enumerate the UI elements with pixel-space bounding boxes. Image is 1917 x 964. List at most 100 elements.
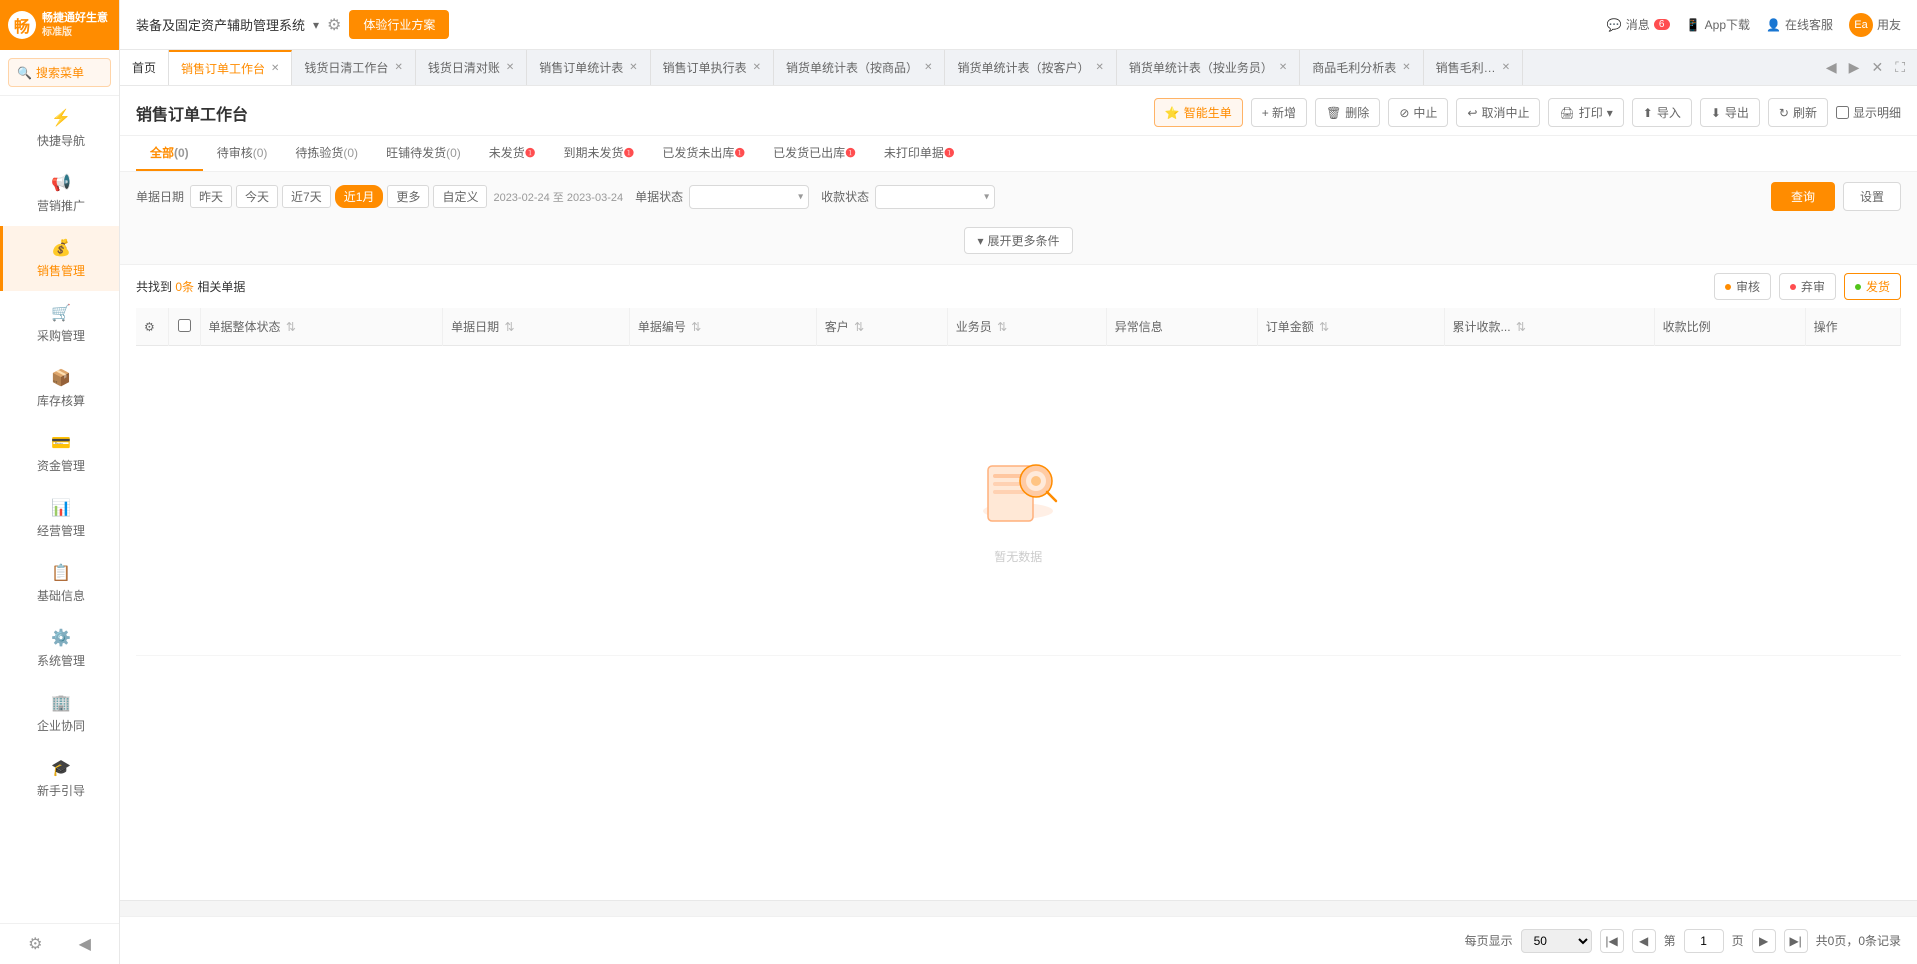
sidebar-item-basic-info[interactable]: 📋 基础信息 (0, 551, 119, 616)
subtab-unshipped[interactable]: 未发货❶ (475, 136, 550, 171)
date-btn-yesterday[interactable]: 昨天 (190, 185, 232, 208)
date-btn-today[interactable]: 今天 (236, 185, 278, 208)
tab-fullscreen[interactable]: ⛶ (1891, 57, 1909, 78)
online-service-button[interactable]: 👤 在线客服 (1766, 16, 1833, 33)
ship-button[interactable]: 发货 (1844, 273, 1901, 300)
subtab-pending-audit[interactable]: 待审核(0) (203, 136, 282, 171)
tab-sales-more[interactable]: 销售毛利… ✕ (1424, 50, 1523, 86)
app-container: 畅 畅捷通好生意 标准版 🔍 搜索菜单 ⚡ 快捷导航 📢 营销推广 💰 销售管理… (0, 0, 1917, 964)
import-button[interactable]: ⬆ 导入 (1632, 98, 1692, 127)
th-order-amount[interactable]: 订单金额 ⇅ (1257, 308, 1444, 346)
print-button[interactable]: 🖨 打印 ▾ (1548, 98, 1623, 127)
tab-close-sales-order[interactable]: ✕ (271, 63, 279, 74)
th-doc-number[interactable]: 单据编号 ⇅ (629, 308, 816, 346)
settings-icon[interactable]: ⚙ (327, 15, 341, 35)
messages-button[interactable]: 💬 消息 6 (1607, 16, 1670, 33)
select-all-checkbox[interactable] (178, 319, 191, 332)
tab-scroll-left[interactable]: ◀ (1822, 57, 1841, 78)
th-customer[interactable]: 客户 ⇅ (816, 308, 947, 346)
collapse-button[interactable]: ◀ (79, 934, 91, 954)
delete-button[interactable]: 🗑 删除 (1315, 98, 1380, 127)
tab-close-sales-exec[interactable]: ✕ (753, 62, 761, 73)
th-setting[interactable]: ⚙ (136, 308, 168, 346)
tab-close-sales-stat-staff[interactable]: ✕ (1279, 62, 1287, 73)
next-page-button[interactable]: ▶ (1752, 929, 1776, 953)
sidebar-item-marketing[interactable]: 📢 营销推广 (0, 161, 119, 226)
subtab-all[interactable]: 全部(0) (136, 136, 203, 171)
date-btn-1month[interactable]: 近1月 (335, 185, 384, 208)
tab-sales-stat-product[interactable]: 销货单统计表（按商品） ✕ (774, 50, 945, 86)
export-button[interactable]: ⬇ 导出 (1700, 98, 1760, 127)
date-btn-7days[interactable]: 近7天 (282, 185, 331, 208)
smart-gen-button[interactable]: ⭐ 智能生单 (1154, 98, 1243, 127)
sidebar-item-system[interactable]: ⚙️ 系统管理 (0, 616, 119, 681)
page-input[interactable]: 1 (1684, 929, 1724, 953)
subtab-shipped-not-out[interactable]: 已发货未出库❶ (648, 136, 759, 171)
tab-close-sales-stat-customer[interactable]: ✕ (1095, 62, 1103, 73)
solution-button[interactable]: 体验行业方案 (349, 10, 449, 39)
th-doc-date[interactable]: 单据日期 ⇅ (443, 308, 630, 346)
sidebar-item-inventory[interactable]: 📦 库存核算 (0, 356, 119, 421)
tab-close-sales-stat[interactable]: ✕ (629, 62, 637, 73)
payment-select[interactable] (875, 185, 995, 209)
app-download-button[interactable]: 📱 App下载 (1686, 16, 1750, 33)
sidebar-item-finance[interactable]: 💳 资金管理 (0, 421, 119, 486)
system-dropdown[interactable]: ▾ (313, 18, 319, 32)
tab-home[interactable]: 首页 (120, 50, 169, 86)
expand-filters-button[interactable]: ▾ 展开更多条件 (964, 227, 1072, 254)
last-page-button[interactable]: ▶| (1784, 929, 1808, 953)
add-button[interactable]: + 新增 (1251, 98, 1307, 127)
set-button[interactable]: 设置 (1843, 182, 1901, 211)
th-checkbox[interactable] (168, 308, 200, 346)
tab-sales-stat-customer[interactable]: 销货单统计表（按客户） ✕ (945, 50, 1116, 86)
subtab-pending-check[interactable]: 待拣验货(0) (281, 136, 372, 171)
refresh-button[interactable]: ↻ 刷新 (1768, 98, 1828, 127)
search-menu-button[interactable]: 🔍 搜索菜单 (8, 58, 111, 87)
sidebar-item-operations[interactable]: 📊 经营管理 (0, 486, 119, 551)
date-btn-custom[interactable]: 自定义 (433, 185, 487, 208)
empty-cell: 暂无数据 (136, 346, 1901, 656)
subtab-overdue-unshipped[interactable]: 到期未发货❶ (550, 136, 649, 171)
unaudit-button[interactable]: 弃审 (1779, 273, 1836, 300)
horizontal-scrollbar[interactable] (120, 900, 1917, 916)
sidebar-item-sales[interactable]: 💰 销售管理 (0, 226, 119, 291)
tab-close-sales-more[interactable]: ✕ (1502, 62, 1510, 73)
tab-sales-order[interactable]: 销售订单工作台 ✕ (169, 50, 292, 86)
sidebar-item-enterprise[interactable]: 🏢 企业协同 (0, 681, 119, 746)
th-salesperson[interactable]: 业务员 ⇅ (947, 308, 1106, 346)
date-btn-more[interactable]: 更多 (387, 185, 429, 208)
show-detail-input[interactable] (1836, 106, 1849, 119)
cancel-stop-button[interactable]: ↩ 取消中止 (1456, 98, 1540, 127)
query-button[interactable]: 查询 (1771, 182, 1835, 211)
tab-scroll-right[interactable]: ▶ (1845, 57, 1864, 78)
sidebar-item-purchase[interactable]: 🛒 采购管理 (0, 291, 119, 356)
tab-close-sales-stat-product[interactable]: ✕ (924, 62, 932, 73)
tab-cash-daily[interactable]: 钱货日清工作台 ✕ (292, 50, 415, 86)
subtab-shipped-out[interactable]: 已发货已出库❶ (759, 136, 870, 171)
sidebar-item-guide[interactable]: 🎓 新手引导 (0, 746, 119, 811)
settings-button[interactable]: ⚙ (28, 934, 42, 954)
tab-cash-reconcile[interactable]: 钱货日清对账 ✕ (416, 50, 527, 86)
per-page-select[interactable]: 50 100 (1521, 929, 1592, 953)
subtab-wangpu-ship[interactable]: 旺铺待发货(0) (372, 136, 475, 171)
tab-sales-exec[interactable]: 销售订单执行表 ✕ (651, 50, 774, 86)
audit-button[interactable]: 审核 (1714, 273, 1771, 300)
tab-profit-analysis[interactable]: 商品毛利分析表 ✕ (1300, 50, 1423, 86)
th-cumulative[interactable]: 累计收款... ⇅ (1444, 308, 1654, 346)
th-doc-status[interactable]: 单据整体状态 ⇅ (200, 308, 443, 346)
tab-close-all[interactable]: ✕ (1867, 57, 1887, 78)
subtab-unprinted[interactable]: 未打印单据❶ (870, 136, 969, 171)
stop-button[interactable]: ⊘ 中止 (1388, 98, 1448, 127)
tab-sales-stat[interactable]: 销售订单统计表 ✕ (527, 50, 650, 86)
tab-close-profit-analysis[interactable]: ✕ (1402, 62, 1410, 73)
sidebar-item-quick-nav[interactable]: ⚡ 快捷导航 (0, 96, 119, 161)
tab-close-cash-reconcile[interactable]: ✕ (506, 62, 514, 73)
status-select[interactable] (689, 185, 809, 209)
print-dropdown-icon: ▾ (1607, 106, 1613, 120)
user-menu[interactable]: Ea 用友 (1849, 13, 1901, 37)
tab-close-cash-daily[interactable]: ✕ (394, 62, 402, 73)
prev-page-button[interactable]: ◀ (1632, 929, 1656, 953)
show-detail-checkbox[interactable]: 显示明细 (1836, 104, 1901, 121)
first-page-button[interactable]: |◀ (1600, 929, 1624, 953)
tab-sales-stat-staff[interactable]: 销货单统计表（按业务员） ✕ (1117, 50, 1300, 86)
